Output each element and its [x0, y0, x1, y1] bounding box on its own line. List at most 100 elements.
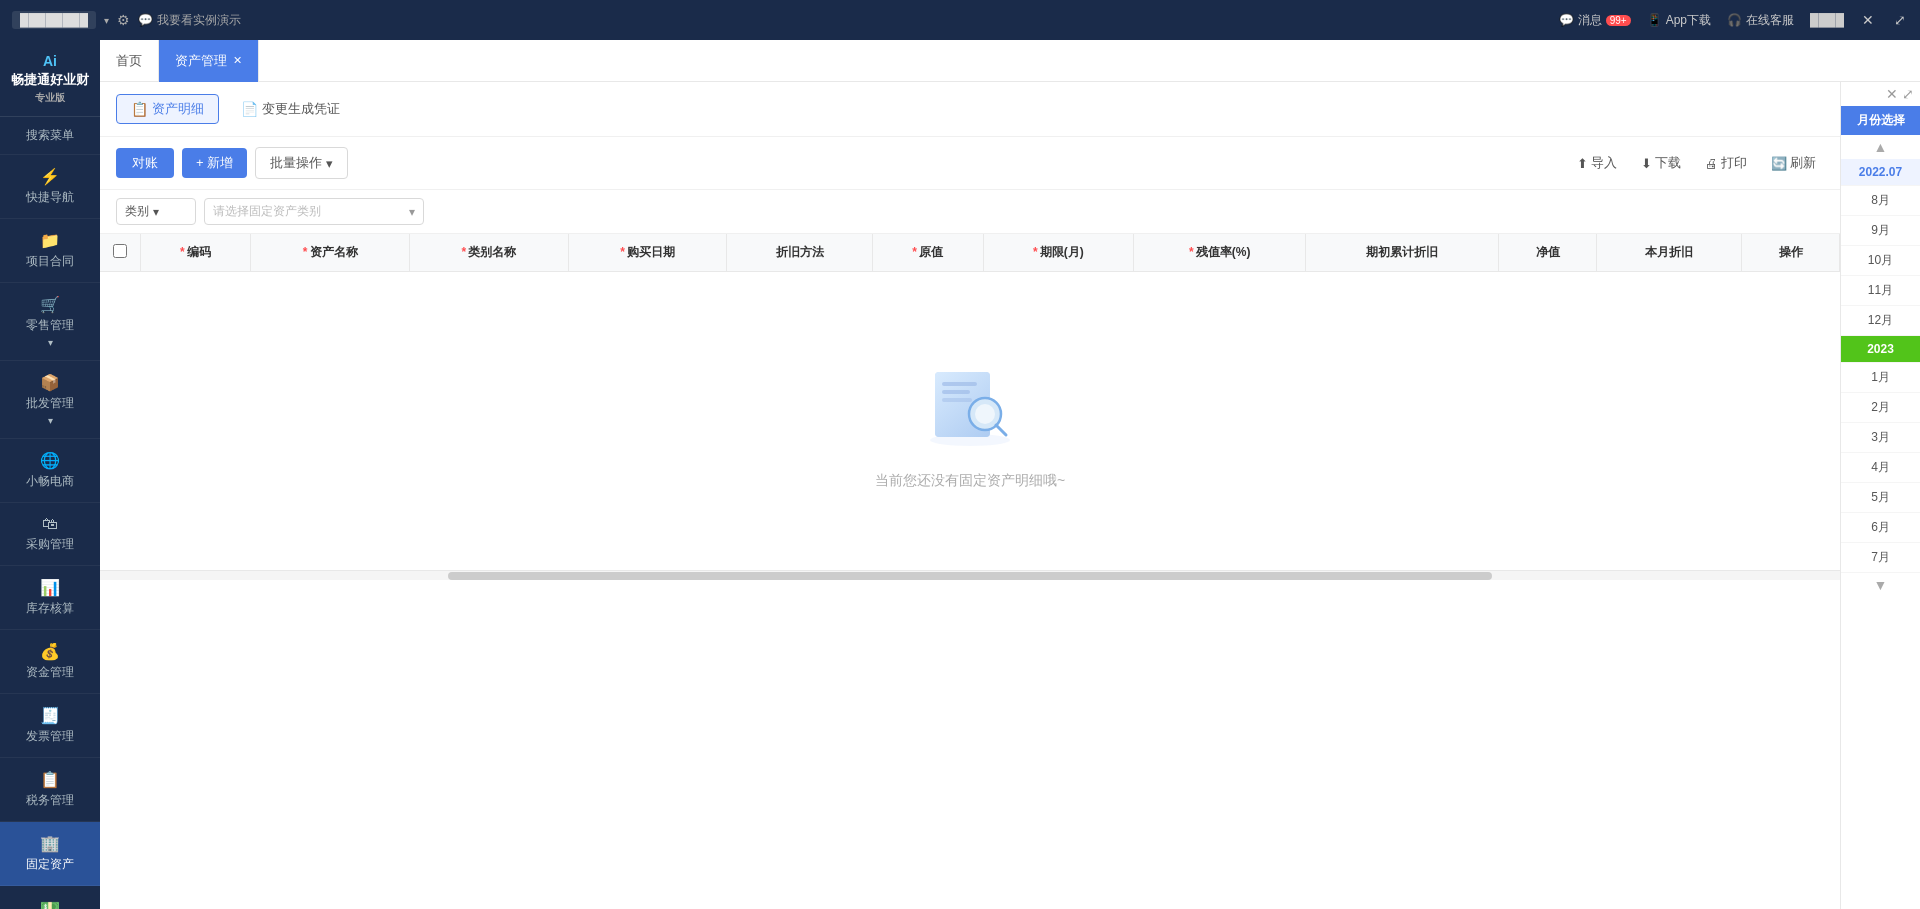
main-layout: Ai 畅捷通好业财 专业版 搜索菜单 ⚡ 快捷导航 📁 项目合同 🛒 零售管理 … — [0, 40, 1920, 909]
print-button[interactable]: 🖨 打印 — [1697, 150, 1755, 176]
tax-icon: 📋 — [40, 770, 60, 789]
select-arrow-icon: ▾ — [153, 205, 159, 219]
top-bar: ████████ ▾ ⚙ 💬 我要看实例演示 💬 消息 99+ 📱 App下载 … — [0, 0, 1920, 40]
th-code: *编码 — [140, 234, 251, 272]
user-info[interactable]: ████ — [1810, 13, 1844, 27]
panel-expand-btn[interactable]: ⤢ — [1902, 86, 1914, 102]
sidebar-item-batch[interactable]: 📦 批发管理 — [0, 361, 100, 439]
th-net-value: 净值 — [1499, 234, 1597, 272]
month-item-2023[interactable]: 4月 — [1841, 453, 1920, 483]
month-item-2022[interactable]: 10月 — [1841, 246, 1920, 276]
svg-rect-5 — [942, 398, 972, 402]
month-nav-up-btn[interactable]: ▲ — [1872, 137, 1890, 157]
sidebar-item-salary[interactable]: 💵 工资 — [0, 886, 100, 909]
tab-close-icon[interactable]: ✕ — [233, 54, 242, 67]
filter-bar: 类别 ▾ 请选择固定资产类别 ▾ — [100, 190, 1840, 234]
settings-icon[interactable]: ⚙ — [117, 12, 130, 28]
refresh-button[interactable]: 🔄 刷新 — [1763, 150, 1824, 176]
panel-close-btn[interactable]: ✕ — [1886, 86, 1898, 102]
month-item-2023[interactable]: 2月 — [1841, 393, 1920, 423]
month-item-2022[interactable]: 11月 — [1841, 276, 1920, 306]
sidebar-item-project-contract[interactable]: 📁 项目合同 — [0, 219, 100, 283]
tab-home[interactable]: 首页 — [100, 40, 159, 82]
import-icon: ⬆ — [1577, 156, 1588, 171]
scrollbar-area[interactable] — [100, 570, 1840, 580]
month-item-2022[interactable]: 8月 — [1841, 186, 1920, 216]
th-residual-rate: *残值率(%) — [1134, 234, 1306, 272]
month-item-2023[interactable]: 5月 — [1841, 483, 1920, 513]
sidebar-item-inventory[interactable]: 📊 库存核算 — [0, 566, 100, 630]
panel-controls: ✕ ⤢ — [1841, 82, 1920, 106]
top-bar-left: ████████ ▾ ⚙ 💬 我要看实例演示 — [12, 11, 1549, 29]
sidebar-item-ecommerce[interactable]: 🌐 小畅电商 — [0, 439, 100, 503]
import-button[interactable]: ⬆ 导入 — [1569, 150, 1625, 176]
demo-link[interactable]: 💬 我要看实例演示 — [138, 12, 241, 29]
month-item-2023[interactable]: 7月 — [1841, 543, 1920, 573]
sidebar-item-fund[interactable]: 💰 资金管理 — [0, 630, 100, 694]
th-depreciation-method: 折旧方法 — [727, 234, 872, 272]
sidebar-item-quick-nav[interactable]: ⚡ 快捷导航 — [0, 155, 100, 219]
th-original-value: *原值 — [872, 234, 983, 272]
sidebar-item-fixed-assets[interactable]: 🏢 固定资产 — [0, 822, 100, 886]
top-bar-right: 💬 消息 99+ 📱 App下载 🎧 在线客服 ████ ✕ ⤢ — [1559, 10, 1908, 30]
svg-rect-3 — [942, 382, 977, 386]
month-item-2023[interactable]: 3月 — [1841, 423, 1920, 453]
sub-tab-asset-detail[interactable]: 📋 资产明细 — [116, 94, 219, 124]
sub-tab-bar: 📋 资产明细 📄 变更生成凭证 — [100, 82, 1840, 137]
months-2022-group: 8月9月10月11月12月 — [1841, 186, 1920, 336]
tab-bar: 首页 资产管理 ✕ — [100, 40, 1920, 82]
table-header-row: *编码 *资产名称 *类别名称 *购买日期 折旧方法 *原值 *期限(月) *残… — [100, 234, 1840, 272]
search-menu-button[interactable]: 搜索菜单 — [0, 117, 100, 155]
month-nav-down-btn[interactable]: ▼ — [1872, 575, 1890, 595]
online-service-button[interactable]: 🎧 在线客服 — [1727, 12, 1794, 29]
month-item-2022[interactable]: 9月 — [1841, 216, 1920, 246]
purchase-icon: 🛍 — [42, 515, 58, 533]
action-bar-left: 对账 + 新增 批量操作 ▾ — [116, 147, 348, 179]
select-all-checkbox[interactable] — [113, 244, 127, 258]
company-selector[interactable]: ████████ — [12, 11, 96, 29]
ecommerce-icon: 🌐 — [40, 451, 60, 470]
print-icon: 🖨 — [1705, 156, 1718, 171]
category-value-select[interactable]: 请选择固定资产类别 ▾ — [204, 198, 424, 225]
sub-tab-change-voucher[interactable]: 📄 变更生成凭证 — [227, 95, 354, 123]
download-icon: ⬇ — [1641, 156, 1652, 171]
th-name: *资产名称 — [251, 234, 410, 272]
th-operation: 操作 — [1742, 234, 1840, 272]
sidebar-item-retail[interactable]: 🛒 零售管理 — [0, 283, 100, 361]
action-bar: 对账 + 新增 批量操作 ▾ ⬆ 导入 ⬇ — [100, 137, 1840, 190]
batch-button[interactable]: 批量操作 ▾ — [255, 147, 348, 179]
app-name: 畅捷通好业财 — [8, 72, 92, 89]
demo-icon: 💬 — [138, 13, 153, 27]
company-dropdown-icon[interactable]: ▾ — [104, 15, 109, 26]
action-bar-right: ⬆ 导入 ⬇ 下载 🖨 打印 🔄 刷新 — [1569, 150, 1824, 176]
brand-name: Ai — [8, 52, 92, 70]
batch-icon: 📦 — [40, 373, 60, 392]
month-item-2023[interactable]: 6月 — [1841, 513, 1920, 543]
match-button[interactable]: 对账 — [116, 148, 174, 178]
panel-close-icon[interactable]: ✕ — [1860, 10, 1876, 30]
tab-asset-management[interactable]: 资产管理 ✕ — [159, 40, 259, 82]
th-accumulated-depreciation: 期初累计折旧 — [1306, 234, 1499, 272]
year-2023-badge: 2023 — [1841, 336, 1920, 363]
month-item-2022[interactable]: 12月 — [1841, 306, 1920, 336]
table-wrap: *编码 *资产名称 *类别名称 *购买日期 折旧方法 *原值 *期限(月) *残… — [100, 234, 1840, 570]
scrollbar-thumb[interactable] — [448, 572, 1492, 580]
headset-icon: 🎧 — [1727, 13, 1742, 27]
content-area: 首页 资产管理 ✕ 📋 资产明细 📄 变更生成凭证 — [100, 40, 1920, 909]
month-item-current-year-label[interactable]: 2022.07 — [1841, 159, 1920, 186]
sidebar: Ai 畅捷通好业财 专业版 搜索菜单 ⚡ 快捷导航 📁 项目合同 🛒 零售管理 … — [0, 40, 100, 909]
main-panel: 📋 资产明细 📄 变更生成凭证 对账 + 新增 批量操作 — [100, 82, 1840, 909]
panel-resize-icon[interactable]: ⤢ — [1892, 10, 1908, 30]
app-download-button[interactable]: 📱 App下载 — [1647, 12, 1711, 29]
month-panel-header: 月份选择 — [1841, 106, 1920, 135]
month-item-2023[interactable]: 1月 — [1841, 363, 1920, 393]
message-button[interactable]: 💬 消息 99+ — [1559, 12, 1631, 29]
mobile-icon: 📱 — [1647, 13, 1662, 27]
download-button[interactable]: ⬇ 下载 — [1633, 150, 1689, 176]
category-type-select[interactable]: 类别 ▾ — [116, 198, 196, 225]
add-button[interactable]: + 新增 — [182, 148, 247, 178]
sidebar-item-invoice[interactable]: 🧾 发票管理 — [0, 694, 100, 758]
month-panel: ✕ ⤢ 月份选择 ▲ 2022.07 8月9月10月11月12月 2023 1月… — [1840, 82, 1920, 909]
sidebar-item-tax[interactable]: 📋 税务管理 — [0, 758, 100, 822]
sidebar-item-purchase[interactable]: 🛍 采购管理 — [0, 503, 100, 566]
